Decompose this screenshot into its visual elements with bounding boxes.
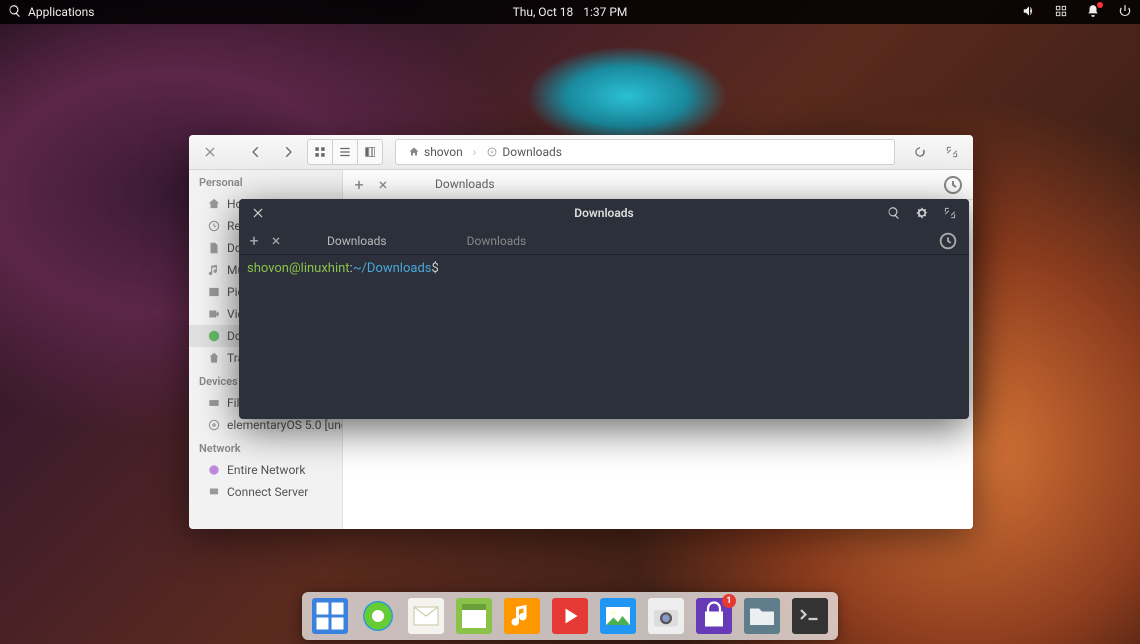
path-bar[interactable]: shovon › Downloads <box>395 139 895 165</box>
clock[interactable]: Thu, Oct 18 1:37 PM <box>513 5 628 19</box>
close-tab-button[interactable]: × <box>371 173 395 197</box>
time-text: 1:37 PM <box>583 5 627 19</box>
sidebar-item-network[interactable]: Entire Network <box>189 459 342 481</box>
tab-downloads[interactable]: Downloads <box>395 170 535 199</box>
dock-appcenter[interactable]: 1 <box>694 596 734 636</box>
dock-browser[interactable] <box>358 596 398 636</box>
prompt-host: linuxhint <box>301 261 350 276</box>
breadcrumb-label: shovon <box>424 145 463 159</box>
close-button[interactable] <box>247 202 269 224</box>
dock-mail[interactable] <box>406 596 446 636</box>
view-column-button[interactable] <box>357 139 383 165</box>
maximize-button[interactable] <box>939 139 965 165</box>
dock: 1 <box>302 592 838 640</box>
breadcrumb-home[interactable]: shovon <box>402 143 469 161</box>
breadcrumb-downloads[interactable]: Downloads <box>480 143 568 161</box>
history-icon[interactable] <box>941 173 965 197</box>
applications-menu[interactable]: Applications <box>28 5 94 19</box>
dock-calendar[interactable] <box>454 596 494 636</box>
dock-music[interactable] <box>502 596 542 636</box>
close-button[interactable] <box>197 139 223 165</box>
dock-camera[interactable] <box>646 596 686 636</box>
terminal-header: Downloads <box>239 199 969 227</box>
terminal-tabs: + × Downloads Downloads <box>239 227 969 255</box>
forward-button[interactable] <box>275 139 301 165</box>
dock-photos[interactable] <box>598 596 638 636</box>
search-icon[interactable] <box>883 202 905 224</box>
sidebar-section-network: Network <box>189 436 342 459</box>
dock-files[interactable] <box>742 596 782 636</box>
new-tab-button[interactable]: + <box>347 173 371 197</box>
view-grid-button[interactable] <box>307 139 333 165</box>
view-list-button[interactable] <box>332 139 358 165</box>
file-manager-toolbar: shovon › Downloads <box>189 135 973 170</box>
file-manager-tabs: + × Downloads <box>343 170 973 200</box>
back-button[interactable] <box>243 139 269 165</box>
badge: 1 <box>722 594 736 608</box>
terminal-window: Downloads + × Downloads Downloads shovon… <box>239 199 969 419</box>
history-icon[interactable] <box>937 230 959 252</box>
terminal-title: Downloads <box>574 206 633 220</box>
terminal-tab-2[interactable]: Downloads <box>427 227 567 254</box>
prompt-path: ~/Downloads <box>353 261 432 276</box>
date-text: Thu, Oct 18 <box>513 5 574 19</box>
close-tab-button[interactable]: × <box>265 230 287 252</box>
chevron-right-icon: › <box>473 145 477 159</box>
maximize-button[interactable] <box>939 202 961 224</box>
network-icon[interactable] <box>1054 4 1068 21</box>
reload-button[interactable] <box>907 139 933 165</box>
breadcrumb-label: Downloads <box>502 145 562 159</box>
volume-icon[interactable] <box>1022 4 1036 21</box>
top-panel: Applications Thu, Oct 18 1:37 PM <box>0 0 1140 24</box>
terminal-tab-1[interactable]: Downloads <box>287 227 427 254</box>
gear-icon[interactable] <box>911 202 933 224</box>
search-icon[interactable] <box>8 4 22 21</box>
prompt-symbol: $ <box>432 261 439 276</box>
power-icon[interactable] <box>1118 4 1132 21</box>
prompt-user: shovon <box>247 261 289 276</box>
new-tab-button[interactable]: + <box>243 230 265 252</box>
terminal-body[interactable]: shovon@linuxhint:~/Downloads$ <box>239 255 969 419</box>
sidebar-item-connect[interactable]: Connect Server <box>189 481 342 503</box>
dock-videos[interactable] <box>550 596 590 636</box>
sidebar-section-personal: Personal <box>189 170 342 193</box>
notification-icon[interactable] <box>1086 4 1100 21</box>
dock-terminal[interactable] <box>790 596 830 636</box>
dock-multitask[interactable] <box>310 596 350 636</box>
